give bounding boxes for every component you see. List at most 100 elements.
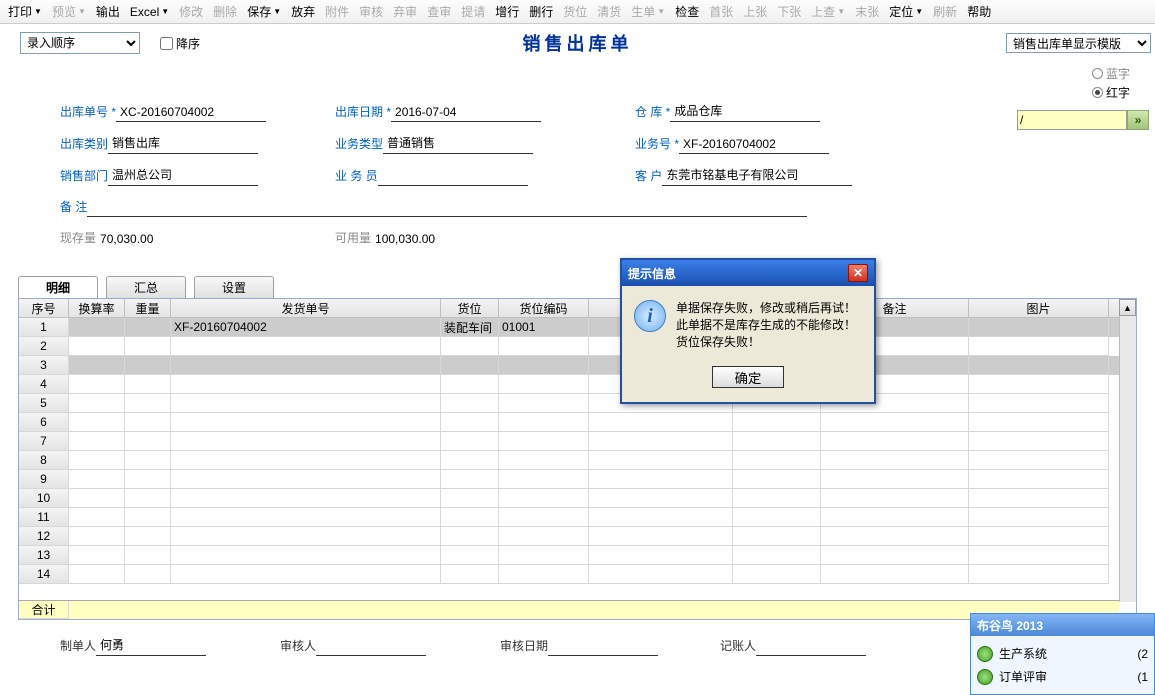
cell[interactable]	[125, 432, 171, 451]
cell[interactable]	[69, 489, 125, 508]
toolbar-打印[interactable]: 打印▼	[4, 1, 46, 22]
cell[interactable]	[69, 565, 125, 584]
cell[interactable]	[969, 565, 1109, 584]
toolbar-Excel[interactable]: Excel▼	[126, 3, 173, 21]
cell[interactable]	[441, 337, 499, 356]
table-row[interactable]: 12	[19, 527, 1136, 546]
val-dept[interactable]: 温州总公司	[108, 166, 258, 186]
col-tp[interactable]: 图片	[969, 299, 1109, 317]
cell[interactable]	[821, 432, 969, 451]
cell[interactable]	[499, 451, 589, 470]
cell[interactable]	[969, 527, 1109, 546]
val-type[interactable]: 销售出库	[108, 134, 258, 154]
cell[interactable]	[733, 470, 821, 489]
toolbar-定位[interactable]: 定位▼	[885, 1, 927, 22]
cell[interactable]	[441, 356, 499, 375]
cell[interactable]	[969, 508, 1109, 527]
cell[interactable]	[125, 508, 171, 527]
cell[interactable]	[821, 565, 969, 584]
cell[interactable]	[733, 432, 821, 451]
cell[interactable]	[969, 470, 1109, 489]
cell[interactable]	[171, 546, 441, 565]
cell[interactable]	[171, 356, 441, 375]
cell[interactable]	[171, 337, 441, 356]
search-input[interactable]	[1017, 110, 1127, 130]
cell[interactable]: 10	[19, 489, 69, 508]
cell[interactable]: 12	[19, 527, 69, 546]
cell[interactable]	[69, 470, 125, 489]
col-num[interactable]: 序号	[19, 299, 69, 317]
cell[interactable]	[499, 413, 589, 432]
cell[interactable]	[125, 356, 171, 375]
cell[interactable]	[125, 470, 171, 489]
cell[interactable]	[969, 375, 1109, 394]
cell[interactable]	[499, 356, 589, 375]
cell[interactable]	[499, 337, 589, 356]
cell[interactable]	[969, 356, 1109, 375]
cell[interactable]	[125, 565, 171, 584]
cell[interactable]: 4	[19, 375, 69, 394]
col-fh[interactable]: 发货单号	[171, 299, 441, 317]
entry-order-select[interactable]: 录入顺序	[20, 32, 140, 54]
cell[interactable]	[441, 546, 499, 565]
cell[interactable]	[69, 394, 125, 413]
val-sales[interactable]	[378, 183, 528, 186]
cell[interactable]	[69, 432, 125, 451]
cell[interactable]	[125, 394, 171, 413]
cell[interactable]	[441, 565, 499, 584]
cell[interactable]	[441, 527, 499, 546]
cell[interactable]	[589, 451, 733, 470]
cell[interactable]	[171, 527, 441, 546]
search-go-button[interactable]: »	[1127, 110, 1149, 130]
val-outdate[interactable]: 2016-07-04	[391, 105, 541, 122]
cell[interactable]: 2	[19, 337, 69, 356]
cell[interactable]	[589, 565, 733, 584]
val-outno[interactable]: XC-20160704002	[116, 105, 266, 122]
cell[interactable]	[499, 432, 589, 451]
cell[interactable]	[171, 489, 441, 508]
cell[interactable]: 装配车间	[441, 318, 499, 337]
cell[interactable]	[69, 413, 125, 432]
cell[interactable]	[821, 413, 969, 432]
cell[interactable]: 5	[19, 394, 69, 413]
cell[interactable]	[589, 508, 733, 527]
cell[interactable]: 11	[19, 508, 69, 527]
tab-settings[interactable]: 设置	[194, 276, 274, 298]
cell[interactable]	[733, 413, 821, 432]
chat-item-2[interactable]: 订单评审(1	[977, 665, 1148, 688]
dialog-ok-button[interactable]: 确定	[712, 366, 784, 388]
cell[interactable]	[441, 413, 499, 432]
cell[interactable]	[499, 394, 589, 413]
cell[interactable]	[733, 489, 821, 508]
cell[interactable]	[69, 375, 125, 394]
cell[interactable]: 9	[19, 470, 69, 489]
cell[interactable]	[499, 375, 589, 394]
table-row[interactable]: 13	[19, 546, 1136, 565]
cell[interactable]: 3	[19, 356, 69, 375]
cell[interactable]	[69, 508, 125, 527]
tab-detail[interactable]: 明细	[18, 276, 98, 298]
cell[interactable]	[69, 527, 125, 546]
cell[interactable]	[733, 527, 821, 546]
cell[interactable]	[821, 508, 969, 527]
cell[interactable]	[969, 489, 1109, 508]
desc-checkbox[interactable]	[160, 37, 173, 50]
table-row[interactable]: 4	[19, 375, 1136, 394]
cell[interactable]	[821, 470, 969, 489]
cell[interactable]	[733, 508, 821, 527]
cell[interactable]	[969, 413, 1109, 432]
cell[interactable]	[441, 489, 499, 508]
cell[interactable]	[125, 337, 171, 356]
table-row[interactable]: 14	[19, 565, 1136, 584]
cell[interactable]	[821, 489, 969, 508]
grid-scrollbar[interactable]	[1119, 299, 1136, 602]
cell[interactable]	[125, 451, 171, 470]
table-row[interactable]: 9	[19, 470, 1136, 489]
radio-blue[interactable]: 蓝字	[1092, 65, 1130, 82]
cell[interactable]	[499, 508, 589, 527]
cell[interactable]	[969, 318, 1109, 337]
col-hs[interactable]: 换算率	[69, 299, 125, 317]
cell[interactable]	[733, 546, 821, 565]
toolbar-输出[interactable]: 输出	[92, 1, 124, 22]
cell[interactable]	[171, 470, 441, 489]
